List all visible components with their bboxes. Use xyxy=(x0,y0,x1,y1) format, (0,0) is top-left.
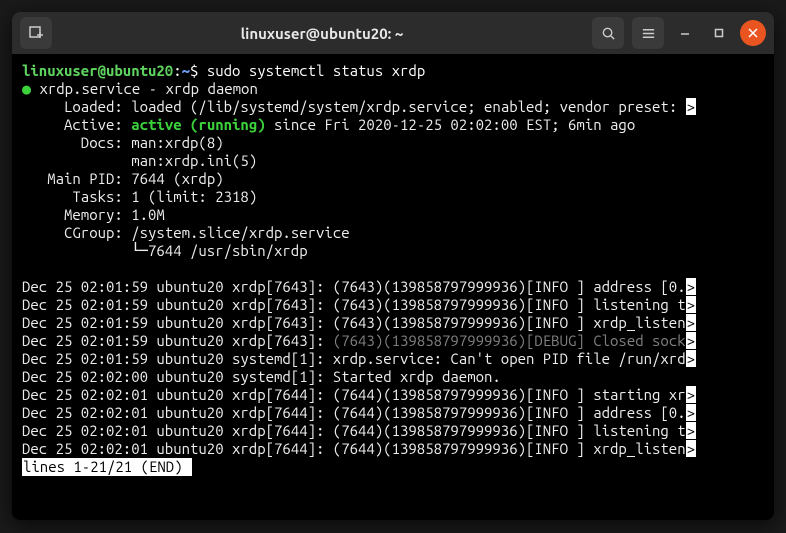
command-text: sudo systemctl status xrdp xyxy=(207,62,425,79)
log-line: Dec 25 02:01:59 ubuntu20 xrdp[7643]: (76… xyxy=(22,278,686,295)
window-title: linuxuser@ubuntu20: ~ xyxy=(56,25,588,42)
mainpid-label: Main PID: xyxy=(22,170,123,187)
search-button[interactable] xyxy=(592,17,624,49)
memory-value: 1.0M xyxy=(123,206,165,223)
terminal-content[interactable]: linuxuser@ubuntu20:~$ sudo systemctl sta… xyxy=(12,54,774,484)
truncate-indicator: > xyxy=(686,98,696,115)
close-icon xyxy=(748,28,758,38)
minimize-icon xyxy=(680,28,690,38)
close-button[interactable] xyxy=(740,20,766,46)
cgroup-label: CGroup: xyxy=(22,224,123,241)
terminal-window: linuxuser@ubuntu20: ~ linuxuser@ubuntu20… xyxy=(12,12,774,520)
cgroup-child: └─7644 /usr/sbin/xrdp xyxy=(22,242,308,259)
active-label: Active: xyxy=(22,116,123,133)
truncate-indicator: > xyxy=(686,278,696,295)
prompt-path: ~ xyxy=(182,62,190,79)
log-debug: (7643)(139858797999936)[DEBUG] Closed so… xyxy=(333,332,686,349)
menu-button[interactable] xyxy=(632,17,664,49)
docs-label: Docs: xyxy=(22,134,123,151)
cgroup-value: /system.slice/xrdp.service xyxy=(123,224,350,241)
prompt-user-host: linuxuser@ubuntu20 xyxy=(22,62,173,79)
new-tab-icon xyxy=(28,25,44,41)
prompt-colon: : xyxy=(173,62,181,79)
truncate-indicator: > xyxy=(686,422,696,439)
search-icon xyxy=(601,26,616,41)
truncate-indicator: > xyxy=(686,314,696,331)
memory-label: Memory: xyxy=(22,206,123,223)
tasks-label: Tasks: xyxy=(22,188,123,205)
log-line: Dec 25 02:02:01 ubuntu20 xrdp[7644]: (76… xyxy=(22,422,686,439)
hamburger-icon xyxy=(641,26,656,41)
service-header: xrdp.service - xrdp daemon xyxy=(39,80,257,97)
new-tab-button[interactable] xyxy=(20,17,52,49)
pager-status: lines 1-21/21 (END) xyxy=(22,458,192,476)
tasks-value: 1 (limit: 2318) xyxy=(123,188,257,205)
mainpid-value: 7644 (xrdp) xyxy=(123,170,224,187)
active-since: since Fri 2020-12-25 02:02:00 EST; 6min … xyxy=(266,116,636,133)
minimize-button[interactable] xyxy=(672,20,698,46)
loaded-value: loaded (/lib/systemd/system/xrdp.service… xyxy=(123,98,686,115)
truncate-indicator: > xyxy=(686,440,696,457)
log-line: Dec 25 02:02:01 ubuntu20 xrdp[7644]: (76… xyxy=(22,440,686,457)
truncate-indicator: > xyxy=(686,332,696,349)
truncate-indicator: > xyxy=(686,296,696,313)
maximize-icon xyxy=(714,28,724,38)
log-line: Dec 25 02:01:59 ubuntu20 xrdp[7643]: (76… xyxy=(22,314,686,331)
docs-value-1: man:xrdp(8) xyxy=(123,134,224,151)
truncate-indicator: > xyxy=(686,404,696,421)
loaded-label: Loaded: xyxy=(22,98,123,115)
log-line: Dec 25 02:01:59 ubuntu20 xrdp[7643]: (76… xyxy=(22,296,686,313)
log-line: Dec 25 02:01:59 ubuntu20 xrdp[7643]: xyxy=(22,332,333,349)
log-line: Dec 25 02:02:01 ubuntu20 xrdp[7644]: (76… xyxy=(22,386,686,403)
docs-value-2: man:xrdp.ini(5) xyxy=(22,152,257,169)
titlebar: linuxuser@ubuntu20: ~ xyxy=(12,12,774,54)
prompt-dollar: $ xyxy=(190,62,198,79)
status-dot-icon: ● xyxy=(22,80,31,97)
truncate-indicator: > xyxy=(686,350,696,367)
active-state: active (running) xyxy=(123,116,266,133)
log-line: Dec 25 02:02:00 ubuntu20 systemd[1]: Sta… xyxy=(22,368,501,385)
log-line: Dec 25 02:02:01 ubuntu20 xrdp[7644]: (76… xyxy=(22,404,686,421)
log-line: Dec 25 02:01:59 ubuntu20 systemd[1]: xrd… xyxy=(22,350,686,367)
truncate-indicator: > xyxy=(686,386,696,403)
maximize-button[interactable] xyxy=(706,20,732,46)
